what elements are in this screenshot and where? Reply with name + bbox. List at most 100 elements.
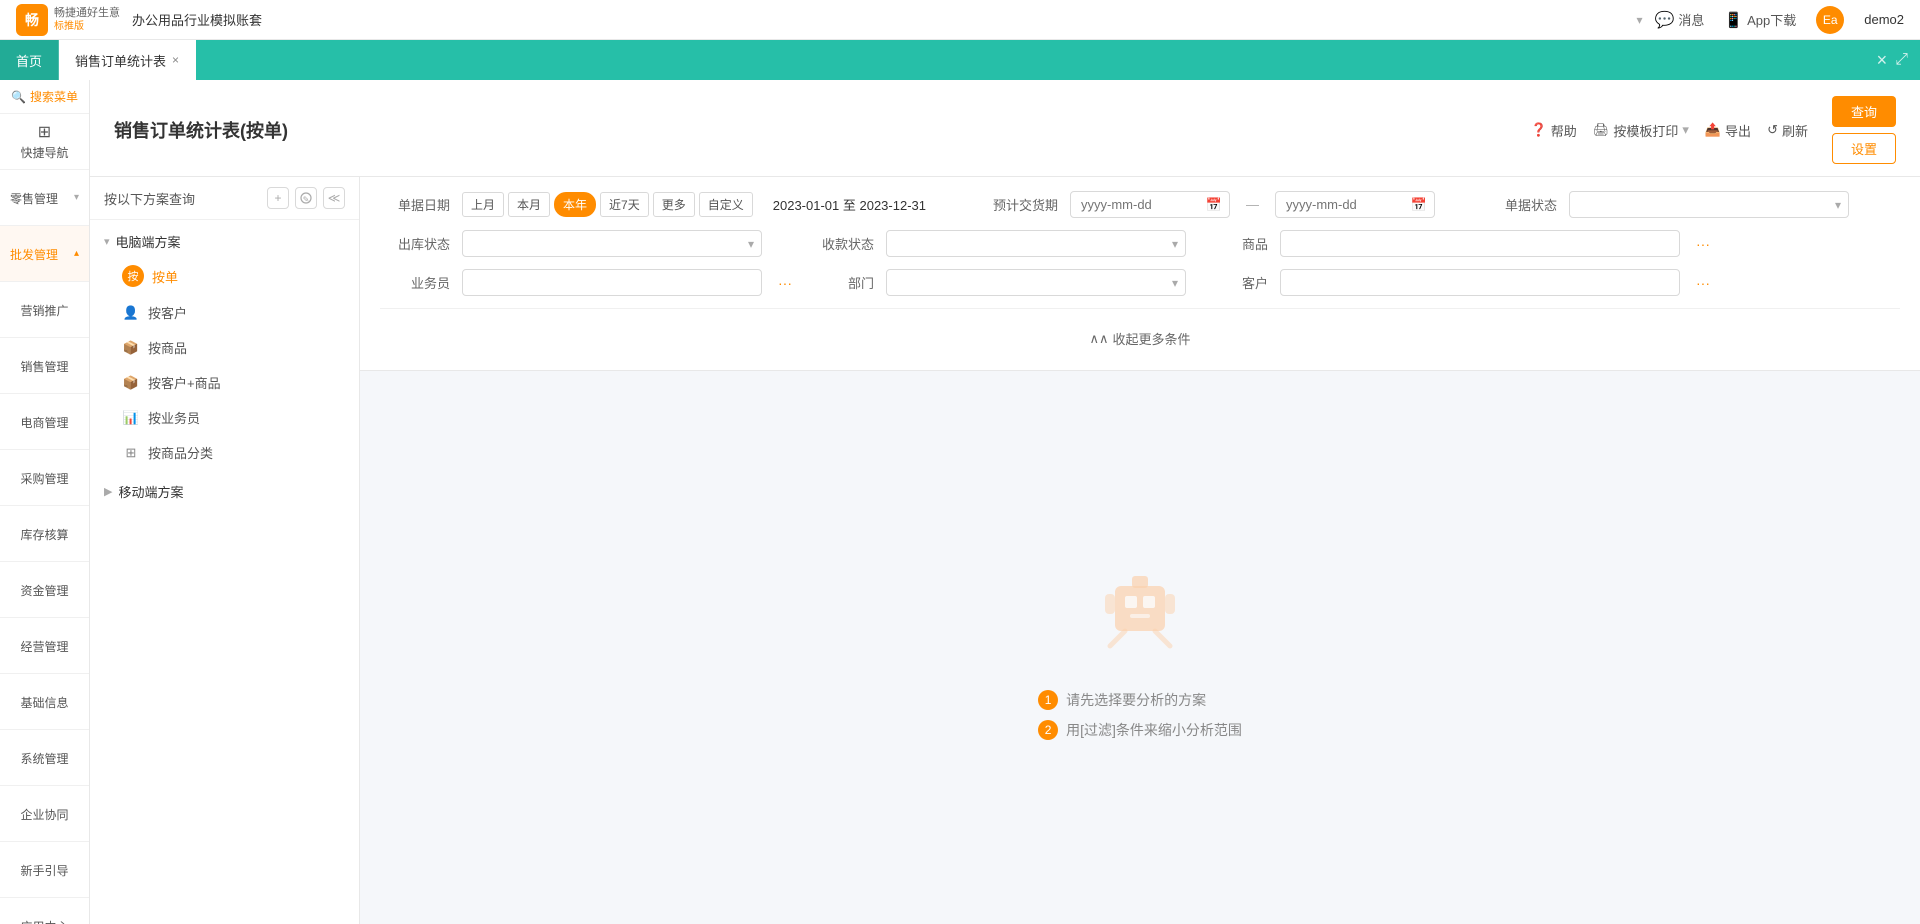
staff-input[interactable] xyxy=(462,269,762,296)
tab-home[interactable]: 首页 xyxy=(0,40,59,80)
tab-window-close-icon[interactable]: × xyxy=(1877,50,1888,71)
tip-1-num: 1 xyxy=(1038,690,1058,710)
refresh-icon: ↺ xyxy=(1767,122,1778,138)
tab-close-icon[interactable]: × xyxy=(172,53,179,67)
content-row: 按以下方案查询 + ✎ ≪ ▾ 电脑端方案 xyxy=(90,177,1920,924)
sidebar-item-guide[interactable]: 新手引导 xyxy=(0,842,89,898)
date-dash: — xyxy=(1242,197,1263,212)
by-order-icon: 按 xyxy=(122,265,144,287)
app-download-btn[interactable]: 📱 App下载 xyxy=(1724,10,1796,29)
scheme-collapse-btn[interactable]: ≪ xyxy=(323,187,345,209)
refresh-btn[interactable]: ↺ 刷新 xyxy=(1767,121,1808,140)
mobile-section-header[interactable]: ▶ 移动端方案 xyxy=(90,476,359,507)
desktop-section-header[interactable]: ▾ 电脑端方案 xyxy=(90,226,359,257)
avatar[interactable]: Ea xyxy=(1816,6,1844,34)
date-btn-more[interactable]: 更多 xyxy=(653,192,695,217)
date-to-wrapper: 📅 xyxy=(1275,191,1435,218)
breadcrumb-arrow[interactable]: ▾ xyxy=(1636,13,1642,27)
scheme-edit-btn[interactable]: ✎ xyxy=(295,187,317,209)
date-btn-custom[interactable]: 自定义 xyxy=(699,192,753,217)
expected-date-label: 预计交货期 xyxy=(978,195,1058,214)
sidebar-item-system[interactable]: 系统管理 xyxy=(0,730,89,786)
date-btn-week[interactable]: 近7天 xyxy=(600,192,649,217)
help-btn[interactable]: ❓ 帮助 xyxy=(1531,121,1577,140)
username-label: demo2 xyxy=(1864,12,1904,27)
desktop-section-arrow: ▾ xyxy=(104,235,110,248)
edit-icon: ✎ xyxy=(300,192,312,204)
customer-label: 客户 xyxy=(1228,273,1268,292)
sidebar-item-wholesale[interactable]: 批发管理 ▴ xyxy=(0,226,89,282)
dept-select[interactable] xyxy=(886,269,1186,296)
sidebar-item-retail[interactable]: 零售管理 ▾ xyxy=(0,170,89,226)
customer-more-btn[interactable]: ··· xyxy=(1696,275,1710,291)
sidebar-item-marketing[interactable]: 营销推广 xyxy=(0,282,89,338)
date-btn-current[interactable]: 本月 xyxy=(508,192,550,217)
scheme-header: 按以下方案查询 + ✎ ≪ xyxy=(90,177,359,220)
filter-row-3: 业务员 ··· 部门 客户 ··· xyxy=(380,269,1900,296)
setting-button[interactable]: 设置 xyxy=(1832,133,1896,164)
tab-sales-order[interactable]: 销售订单统计表 × xyxy=(59,40,196,80)
print-btn[interactable]: 🖨 按模板打印 ▾ xyxy=(1593,121,1689,140)
sidebar-item-operation[interactable]: 经营管理 xyxy=(0,618,89,674)
sidebar-item-corp[interactable]: 企业协同 xyxy=(0,786,89,842)
product-input[interactable] xyxy=(1280,230,1680,257)
staff-label: 业务员 xyxy=(380,273,450,292)
scheme-item-by-staff[interactable]: 📊 按业务员 xyxy=(90,400,359,435)
scheme-item-by-order[interactable]: 按 按单 xyxy=(90,257,359,295)
sidebar-search[interactable]: 🔍 搜索菜单 xyxy=(0,80,89,114)
tab-bar-right: × ⤢ xyxy=(1877,50,1920,71)
scheme-add-btn[interactable]: + xyxy=(267,187,289,209)
logo-text: 畅捷通好生意 标推版 xyxy=(54,6,120,33)
date-btn-last[interactable]: 上月 xyxy=(462,192,504,217)
customer-input[interactable] xyxy=(1280,269,1680,296)
dept-select-wrapper xyxy=(886,269,1186,296)
scheme-item-by-category[interactable]: ⊞ 按商品分类 xyxy=(90,435,359,470)
date-quick-btns: 上月 本月 本年 近7天 更多 自定义 xyxy=(462,192,753,217)
sidebar-item-ecom[interactable]: 电商管理 xyxy=(0,394,89,450)
export-btn[interactable]: 📤 导出 xyxy=(1705,121,1751,140)
tab-expand-icon[interactable]: ⤢ xyxy=(1895,51,1908,69)
filter-actions: 查询 设置 xyxy=(1832,96,1896,164)
date-label: 单据日期 xyxy=(380,195,450,214)
retail-arrow: ▾ xyxy=(74,192,79,203)
tip-2-num: 2 xyxy=(1038,720,1058,740)
sidebar-item-purchase[interactable]: 采购管理 xyxy=(0,450,89,506)
scheme-item-by-customer[interactable]: 👤 按客户 xyxy=(90,295,359,330)
by-cust-prod-icon: 📦 xyxy=(122,374,140,392)
sidebar-item-appcenter[interactable]: 应用中心 xyxy=(0,898,89,924)
sidebar-item-finance[interactable]: 资金管理 xyxy=(0,562,89,618)
scheme-item-by-cust-prod[interactable]: 📦 按客户+商品 xyxy=(90,365,359,400)
dept-label: 部门 xyxy=(834,273,874,292)
date-range-text: 2023-01-01 至 2023-12-31 xyxy=(773,195,926,214)
by-staff-icon: 📊 xyxy=(122,409,140,427)
logo-area: 畅 畅捷通好生意 标推版 xyxy=(16,4,120,36)
ship-status-select[interactable] xyxy=(462,230,762,257)
logo-icon: 畅 xyxy=(16,4,48,36)
sidebar: 🔍 搜索菜单 ⊞ 快捷导航 零售管理 ▾ 批发管理 ▴ 营销推广 销售管理 xyxy=(0,80,90,924)
filter-row-1: 单据日期 上月 本月 本年 近7天 更多 自定义 2023-01-01 至 20… xyxy=(380,191,1900,218)
sidebar-item-inventory[interactable]: 库存核算 xyxy=(0,506,89,562)
scheme-item-by-product[interactable]: 📦 按商品 xyxy=(90,330,359,365)
print-arrow: ▾ xyxy=(1682,122,1689,138)
cal-from-icon: 📅 xyxy=(1206,197,1222,213)
date-btn-year[interactable]: 本年 xyxy=(554,192,596,217)
receive-status-label: 收款状态 xyxy=(804,234,874,253)
receive-status-select[interactable] xyxy=(886,230,1186,257)
collapse-btn[interactable]: ∧∧ 收起更多条件 xyxy=(1081,321,1198,356)
tip-2: 2 用[过滤]条件来缩小分析范围 xyxy=(1038,720,1242,740)
sidebar-quick-nav[interactable]: ⊞ 快捷导航 xyxy=(0,114,89,170)
product-more-btn[interactable]: ··· xyxy=(1696,236,1710,252)
print-icon: 🖨 xyxy=(1593,122,1610,138)
staff-more-btn[interactable]: ··· xyxy=(778,275,792,291)
sidebar-item-basic[interactable]: 基础信息 xyxy=(0,674,89,730)
top-bar-right: 💬 消息 📱 App下载 Ea demo2 xyxy=(1654,6,1904,34)
sidebar-item-sales[interactable]: 销售管理 xyxy=(0,338,89,394)
export-icon: 📤 xyxy=(1705,122,1721,138)
collapse-icon: ∧∧ xyxy=(1089,331,1108,347)
status-select[interactable] xyxy=(1569,191,1849,218)
right-content-panel: 单据日期 上月 本月 本年 近7天 更多 自定义 2023-01-01 至 20… xyxy=(360,177,1920,924)
query-button[interactable]: 查询 xyxy=(1832,96,1896,127)
receive-status-select-wrapper xyxy=(886,230,1186,257)
svg-text:✎: ✎ xyxy=(303,195,310,204)
message-btn[interactable]: 💬 消息 xyxy=(1654,10,1704,30)
